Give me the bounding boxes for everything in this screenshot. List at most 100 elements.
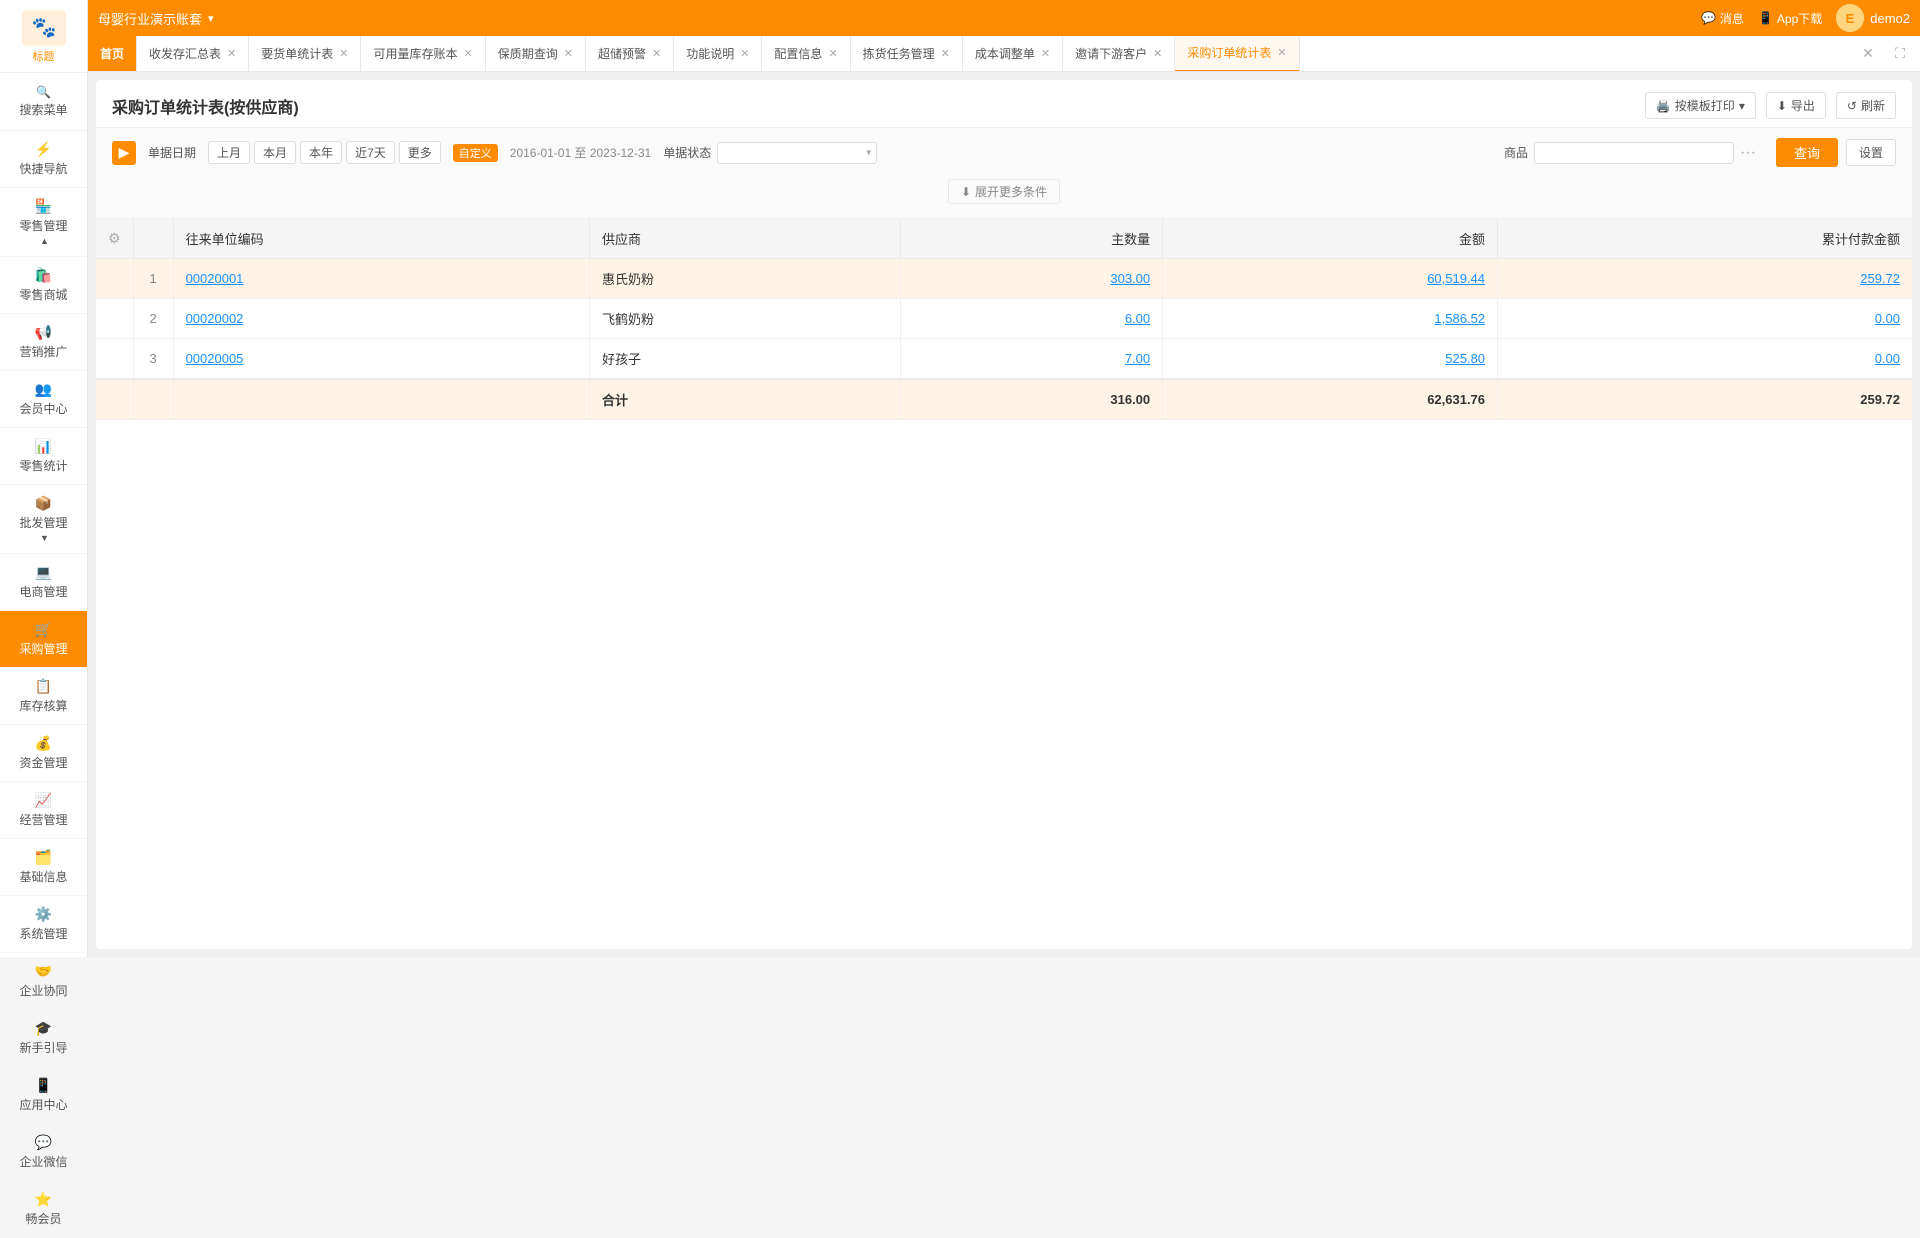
search-menu-button[interactable]: 🔍 搜索菜单: [6, 81, 81, 122]
sidebar-item-wholesale[interactable]: 📦 批发管理 ▼: [0, 485, 87, 554]
app-download-button[interactable]: 📱 App下载: [1758, 10, 1822, 27]
row2-code-link[interactable]: 00020002: [186, 311, 244, 326]
tab-available-stock[interactable]: 可用量库存账本 ✕: [361, 36, 485, 72]
tab-cost-adjust[interactable]: 成本调整单 ✕: [963, 36, 1063, 72]
quick-nav-icon: ⚡: [35, 141, 52, 158]
tab-order-summary-close[interactable]: ✕: [339, 47, 348, 60]
page-header: 采购订单统计表(按供应商) 🖨️ 按模板打印 ▾ ⬇ 导出 ↺ 刷新: [96, 80, 1912, 128]
tab-invite-downstream[interactable]: 邀请下游客户 ✕: [1063, 36, 1175, 72]
sidebar-item-vip[interactable]: ⭐ 畅会员: [0, 1181, 87, 1238]
goods-filter-input[interactable]: [1534, 142, 1734, 164]
row2-qty-link[interactable]: 6.00: [1125, 311, 1150, 326]
sidebar-item-quick-nav[interactable]: ⚡ 快捷导航: [0, 131, 87, 188]
sidebar-item-basics[interactable]: 🗂️ 基础信息: [0, 839, 87, 896]
tab-overstock-warning[interactable]: 超储预警 ✕: [586, 36, 674, 72]
row1-qty-link[interactable]: 303.00: [1110, 271, 1150, 286]
export-button[interactable]: ⬇ 导出: [1766, 92, 1826, 119]
message-icon: 💬: [1701, 11, 1716, 25]
tab-order-summary[interactable]: 要货单统计表 ✕: [249, 36, 361, 72]
row1-settings-cell: [96, 259, 133, 299]
tab-config-info[interactable]: 配置信息 ✕: [762, 36, 850, 72]
tabbar: 首页 收发存汇总表 ✕ 要货单统计表 ✕ 可用量库存账本 ✕ 保质期查询 ✕ 超…: [88, 36, 1920, 72]
sidebar-search-section[interactable]: 🔍 搜索菜单: [0, 73, 87, 131]
tab-overstock-warning-close[interactable]: ✕: [652, 47, 661, 60]
row3-paid-link[interactable]: 0.00: [1875, 351, 1900, 366]
tab-purchase-summary-close[interactable]: ✕: [1277, 46, 1286, 59]
tab-picking-task-close[interactable]: ✕: [941, 47, 950, 60]
sidebar-item-finance[interactable]: 💰 资金管理: [0, 725, 87, 782]
sidebar: 🐾 标题 🔍 搜索菜单 ⚡ 快捷导航 🏪 零售管理 ▲ 🛍️ 零售商城 📢 营销…: [0, 0, 88, 957]
filter-actions: 查询 设置: [1776, 138, 1896, 167]
filter-toggle-button[interactable]: ▶: [112, 141, 136, 165]
tab-home[interactable]: 首页: [88, 36, 137, 72]
sidebar-item-ecommerce[interactable]: 💻 电商管理: [0, 554, 87, 611]
query-button[interactable]: 查询: [1776, 138, 1838, 167]
sidebar-item-retail-mall[interactable]: 🛍️ 零售商城: [0, 257, 87, 314]
tab-shelf-query[interactable]: 保质期查询 ✕: [486, 36, 586, 72]
app-download-icon: 📱: [1758, 11, 1773, 25]
sidebar-item-system[interactable]: ⚙️ 系统管理: [0, 896, 87, 953]
print-button[interactable]: 🖨️ 按模板打印 ▾: [1645, 92, 1756, 119]
tab-available-stock-close[interactable]: ✕: [464, 47, 473, 60]
search-menu-label: 搜索菜单: [19, 101, 67, 118]
sidebar-item-enterprise[interactable]: 🤝 企业协同: [0, 953, 87, 1010]
row3-code-link[interactable]: 00020005: [186, 351, 244, 366]
user-section[interactable]: E demo2: [1836, 4, 1910, 32]
sidebar-item-member[interactable]: 👥 会员中心: [0, 371, 87, 428]
expand-more-button[interactable]: ⬇ 展开更多条件: [948, 179, 1060, 204]
tab-purchase-summary[interactable]: 采购订单统计表 ✕: [1175, 36, 1299, 72]
workspace-dropdown-icon[interactable]: ▾: [208, 12, 214, 25]
tab-shelf-query-close[interactable]: ✕: [564, 47, 573, 60]
row3-amount-link[interactable]: 525.80: [1445, 351, 1485, 366]
row2-amount-link[interactable]: 1,586.52: [1434, 311, 1485, 326]
row1-code-link[interactable]: 00020001: [186, 271, 244, 286]
filter-row-1: ▶ 单据日期 上月 本月 本年 近7天 更多 自定义 2016-01-01 至 …: [112, 138, 1896, 167]
tab-maximize-button[interactable]: ⛶: [1884, 36, 1916, 72]
tab-invite-downstream-close[interactable]: ✕: [1153, 47, 1162, 60]
svg-text:E: E: [1846, 11, 1855, 26]
row2-paid-link[interactable]: 0.00: [1875, 311, 1900, 326]
row3-num: 3: [133, 339, 173, 380]
filter-settings-button[interactable]: 设置: [1846, 139, 1896, 166]
row3-qty-link[interactable]: 7.00: [1125, 351, 1150, 366]
date-more-button[interactable]: 更多: [399, 141, 441, 164]
tab-purchase-summary-label: 采购订单统计表: [1187, 44, 1271, 61]
tab-config-info-close[interactable]: ✕: [828, 47, 837, 60]
ecommerce-icon: 💻: [35, 564, 52, 581]
goods-filter-label: 商品: [1504, 144, 1528, 161]
tab-close-all-button[interactable]: ✕: [1852, 36, 1884, 72]
tab-function-desc-close[interactable]: ✕: [740, 47, 749, 60]
date-last-month-button[interactable]: 上月: [208, 141, 250, 164]
sidebar-item-marketing[interactable]: 📢 营销推广: [0, 314, 87, 371]
row1-paid-link[interactable]: 259.72: [1860, 271, 1900, 286]
date-this-year-button[interactable]: 本年: [300, 141, 342, 164]
tab-function-desc[interactable]: 功能说明 ✕: [674, 36, 762, 72]
tab-receive-summary-close[interactable]: ✕: [227, 47, 236, 60]
refresh-button[interactable]: ↺ 刷新: [1836, 92, 1896, 119]
sidebar-item-enterprise-wechat[interactable]: 💬 企业微信: [0, 1124, 87, 1181]
date-7days-button[interactable]: 近7天: [346, 141, 395, 164]
tab-receive-summary[interactable]: 收发存汇总表 ✕: [137, 36, 249, 72]
status-select[interactable]: [717, 142, 877, 164]
tab-cost-adjust-close[interactable]: ✕: [1041, 47, 1050, 60]
sidebar-item-app-center[interactable]: 📱 应用中心: [0, 1067, 87, 1124]
sidebar-item-newbie[interactable]: 🎓 新手引导: [0, 1010, 87, 1067]
enterprise-wechat-icon: 💬: [35, 1134, 52, 1151]
expand-more-row: ⬇ 展开更多条件: [112, 175, 1896, 208]
page-actions: 🖨️ 按模板打印 ▾ ⬇ 导出 ↺ 刷新: [1645, 92, 1896, 119]
tab-picking-task[interactable]: 拣货任务管理 ✕: [851, 36, 963, 72]
row1-amount-link[interactable]: 60,519.44: [1427, 271, 1485, 286]
sidebar-item-stock[interactable]: 📋 库存核算: [0, 668, 87, 725]
goods-more-options-icon[interactable]: ···: [1740, 144, 1756, 162]
sidebar-item-retail-stats[interactable]: 📊 零售统计: [0, 428, 87, 485]
date-this-month-button[interactable]: 本月: [254, 141, 296, 164]
sidebar-item-retail[interactable]: 🏪 零售管理 ▲: [0, 188, 87, 257]
main-area: 母婴行业演示账套 ▾ 💬 消息 📱 App下载 E demo2 首页: [88, 0, 1920, 957]
retail-mall-icon: 🛍️: [35, 267, 52, 284]
print-icon: 🖨️: [1656, 99, 1671, 113]
sidebar-item-operations[interactable]: 📈 经营管理: [0, 782, 87, 839]
message-button[interactable]: 💬 消息: [1701, 10, 1744, 27]
filter-bar: ▶ 单据日期 上月 本月 本年 近7天 更多 自定义 2016-01-01 至 …: [96, 128, 1912, 219]
sidebar-item-purchase[interactable]: 🛒 采购管理: [0, 611, 87, 668]
table-settings-icon[interactable]: ⚙: [108, 230, 121, 246]
